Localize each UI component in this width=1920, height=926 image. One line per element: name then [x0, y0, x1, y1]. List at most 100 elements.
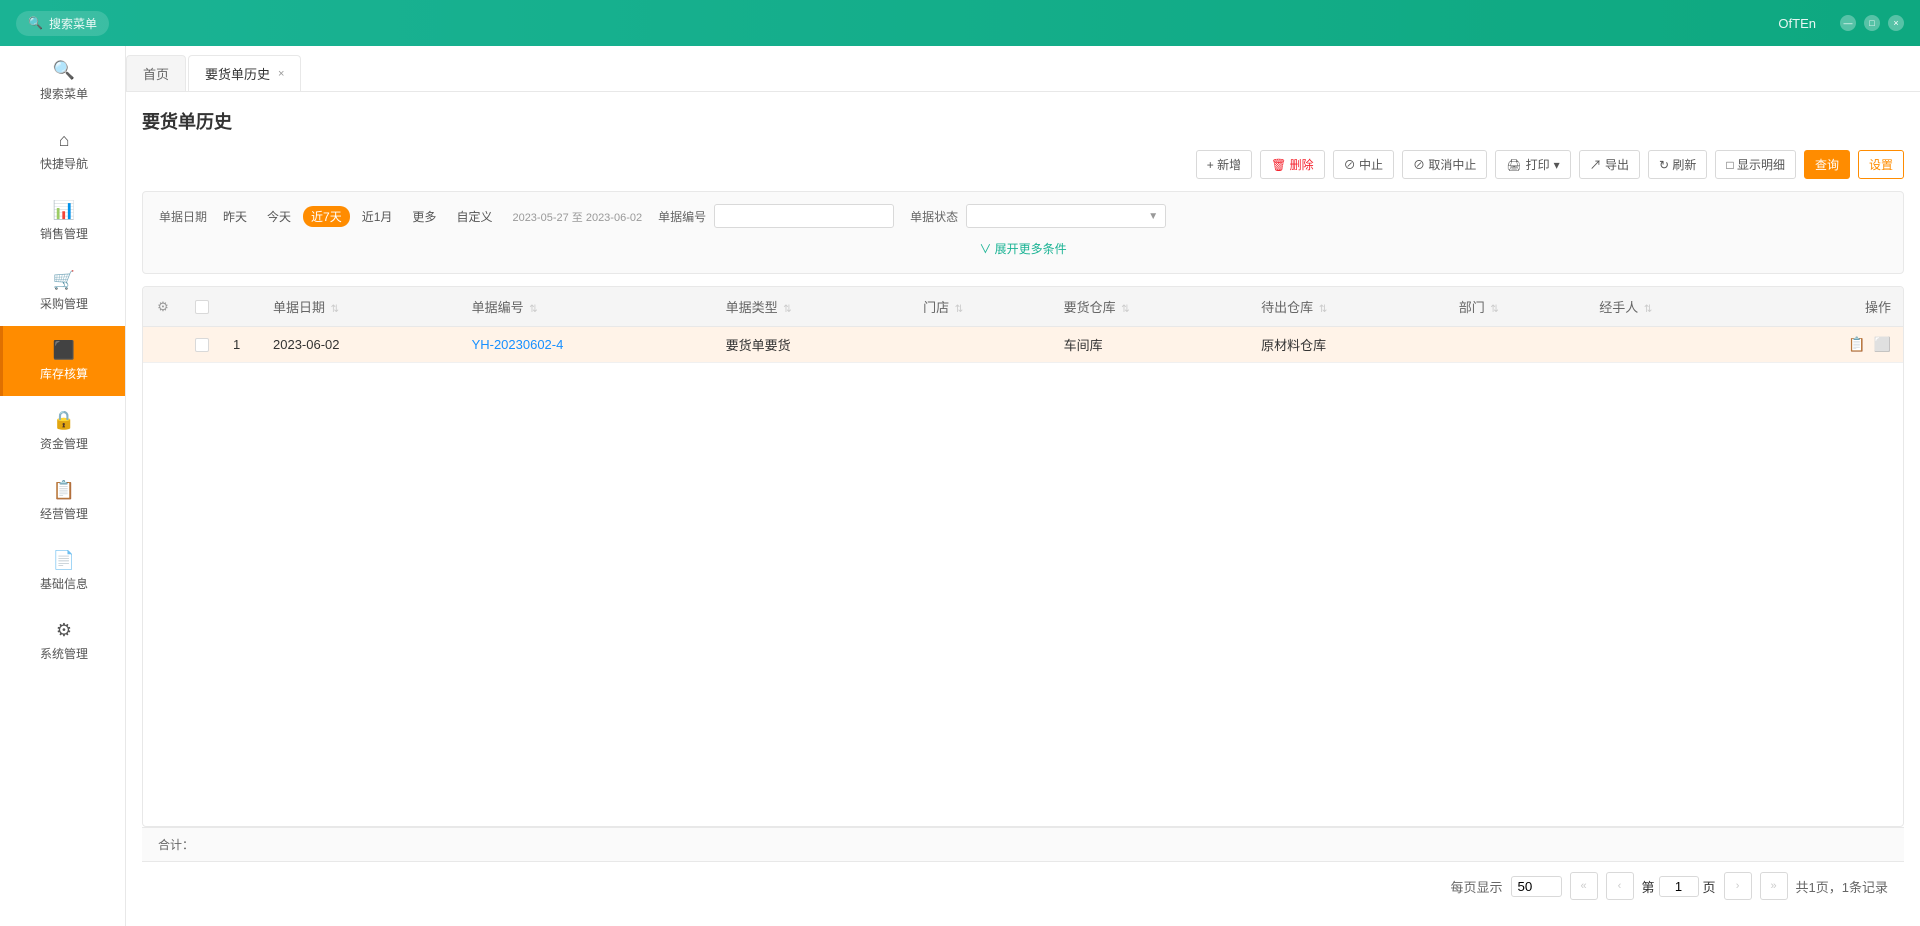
filter-row-2: ∨ 展开更多条件 — [159, 236, 1887, 261]
settings-button[interactable]: 设置 — [1858, 150, 1904, 179]
filter-date-label: 单据日期 — [159, 208, 207, 225]
sidebar-item-operation[interactable]: 📋 经营管理 — [0, 466, 125, 536]
select-all-checkbox[interactable] — [195, 300, 209, 314]
col-checkbox — [183, 287, 221, 327]
sales-icon: 📊 — [53, 200, 75, 221]
window-controls: — □ × — [1840, 15, 1904, 31]
page-input-suffix: 页 — [1703, 877, 1716, 896]
col-date[interactable]: 单据日期 ⇅ — [261, 287, 460, 327]
col-seq — [221, 287, 261, 327]
search-menu-icon: 🔍 — [53, 60, 75, 81]
export-button[interactable]: ↗ 导出 — [1579, 150, 1640, 179]
query-button[interactable]: 查询 — [1804, 150, 1850, 179]
maximize-button[interactable]: □ — [1864, 15, 1880, 31]
display-detail-button[interactable]: □ 显示明细 — [1715, 150, 1796, 179]
print-icon: 🖨 — [1506, 158, 1521, 172]
date-shortcut-more[interactable]: 更多 — [404, 206, 444, 227]
sidebar-item-purchase[interactable]: 🛒 采购管理 — [0, 256, 125, 326]
filter-date-shortcuts: 昨天 今天 近7天 近1月 更多 自定义 — [215, 206, 500, 227]
finance-icon: 🔒 — [53, 410, 75, 431]
col-type-label: 单据类型 — [726, 300, 778, 315]
row-type-cell: 要货单要货 — [714, 327, 912, 363]
row-settings-cell — [143, 327, 183, 363]
sidebar-item-inventory[interactable]: ⬛ 库存核算 — [0, 326, 125, 396]
col-pend-warehouse[interactable]: 待出仓库 ⇅ — [1249, 287, 1447, 327]
date-shortcut-7days[interactable]: 近7天 — [303, 206, 350, 227]
expand-more-button[interactable]: ∨ 展开更多条件 — [971, 236, 1074, 261]
row-no-cell: YH-20230602-4 — [460, 327, 714, 363]
col-settings[interactable]: ⚙ — [143, 287, 183, 327]
col-dept[interactable]: 部门 ⇅ — [1447, 287, 1587, 327]
page-input[interactable] — [1659, 876, 1699, 897]
date-shortcut-today[interactable]: 今天 — [259, 206, 299, 227]
inventory-icon: ⬛ — [53, 340, 75, 361]
row-edit-icon[interactable]: 📋 — [1848, 336, 1865, 353]
col-handler-label: 经手人 — [1599, 300, 1638, 315]
date-shortcut-custom[interactable]: 自定义 — [448, 206, 500, 227]
col-store[interactable]: 门店 ⇅ — [911, 287, 1051, 327]
app-container: 🔍 搜索菜单 OfTEn — □ × 🔍 搜索菜单 ⌂ 快捷导航 📊 — [0, 0, 1920, 926]
date-shortcut-yesterday[interactable]: 昨天 — [215, 206, 255, 227]
toolbar: + 新增 🗑 删除 ⊘ 中止 ⊘ 取消中止 🖨 打印 ▾ ↗ 导出 ↻ 刷新 □… — [142, 150, 1904, 179]
tab-history-close-icon[interactable]: × — [278, 68, 284, 80]
sidebar-item-sales[interactable]: 📊 销售管理 — [0, 186, 125, 256]
row-checkbox[interactable] — [195, 338, 209, 352]
table-head: ⚙ 单据日期 ⇅ — [143, 287, 1903, 327]
tab-home[interactable]: 首页 — [126, 55, 186, 91]
close-window-button[interactable]: × — [1888, 15, 1904, 31]
prev-page-button[interactable]: ‹ — [1606, 872, 1634, 900]
pagination: 每页显示 50 100 « ‹ 第 页 › » 共1页，1条记录 — [142, 861, 1904, 910]
col-handler[interactable]: 经手人 ⇅ — [1587, 287, 1756, 327]
next-page-button[interactable]: › — [1724, 872, 1752, 900]
page-input-wrapper: 第 页 — [1642, 876, 1716, 897]
filter-date-item: 单据日期 昨天 今天 近7天 近1月 更多 自定义 2023-05-27 至 2… — [159, 206, 642, 227]
first-page-button[interactable]: « — [1570, 872, 1598, 900]
new-button[interactable]: + 新增 — [1196, 150, 1252, 179]
row-pend-warehouse-cell: 原材料仓库 — [1249, 327, 1447, 363]
sidebar-item-system-label: 系统管理 — [40, 645, 88, 662]
top-bar: 🔍 搜索菜单 OfTEn — □ × — [0, 0, 1920, 46]
row-action-icons: 📋 ⬜ — [1768, 336, 1891, 353]
col-type[interactable]: 单据类型 ⇅ — [714, 287, 912, 327]
search-bar-text: 搜索菜单 — [49, 15, 97, 32]
last-page-button[interactable]: » — [1760, 872, 1788, 900]
sidebar-item-basic[interactable]: 📄 基础信息 — [0, 536, 125, 606]
filter-status-select[interactable] — [966, 204, 1166, 228]
page-total: 共1页，1条记录 — [1796, 877, 1888, 896]
content-area: 首页 要货单历史 × 要货单历史 + 新增 🗑 删除 ⊘ 中止 ⊘ 取消中止 — [126, 46, 1920, 926]
col-no[interactable]: 单据编号 ⇅ — [460, 287, 714, 327]
date-shortcut-1month[interactable]: 近1月 — [354, 206, 401, 227]
page-size-label: 每页显示 — [1450, 877, 1502, 896]
tab-bar: 首页 要货单历史 × — [126, 46, 1920, 92]
tab-history[interactable]: 要货单历史 × — [188, 55, 301, 91]
row-seq-cell: 1 — [221, 327, 261, 363]
col-req-warehouse[interactable]: 要货仓库 ⇅ — [1052, 287, 1250, 327]
filter-orderno-input[interactable] — [714, 204, 894, 228]
search-bar[interactable]: 🔍 搜索菜单 — [16, 11, 109, 36]
row-no-link[interactable]: YH-20230602-4 — [472, 337, 564, 352]
refresh-button[interactable]: ↻ 刷新 — [1648, 150, 1707, 179]
sidebar-item-quicknav[interactable]: ⌂ 快捷导航 — [0, 116, 125, 186]
table-row: 1 2023-06-02 YH-20230602-4 要货单要货 车间库 原材料… — [143, 327, 1903, 363]
delete-button[interactable]: 🗑 删除 — [1260, 150, 1325, 179]
col-req-warehouse-sort-icon: ⇅ — [1121, 304, 1129, 315]
top-bar-right: OfTEn — □ × — [1778, 15, 1904, 31]
sidebar-item-sales-label: 销售管理 — [40, 225, 88, 242]
page-size-select[interactable]: 50 100 — [1511, 876, 1562, 897]
sidebar-item-search[interactable]: 🔍 搜索菜单 — [0, 46, 125, 116]
print-button[interactable]: 🖨 打印 ▾ — [1495, 150, 1570, 179]
quicknav-icon: ⌂ — [59, 130, 70, 151]
filter-status-select-wrapper — [966, 204, 1166, 228]
cancel-stop-button[interactable]: ⊘ 取消中止 — [1402, 150, 1487, 179]
col-pend-warehouse-label: 待出仓库 — [1261, 300, 1313, 315]
filter-row-1: 单据日期 昨天 今天 近7天 近1月 更多 自定义 2023-05-27 至 2… — [159, 204, 1887, 228]
stop-button[interactable]: ⊘ 中止 — [1333, 150, 1394, 179]
operation-icon: 📋 — [53, 480, 75, 501]
minimize-button[interactable]: — — [1840, 15, 1856, 31]
sidebar-item-finance[interactable]: 🔒 资金管理 — [0, 396, 125, 466]
row-detail-icon[interactable]: ⬜ — [1874, 336, 1891, 353]
column-settings-icon[interactable]: ⚙ — [157, 299, 169, 314]
col-date-label: 单据日期 — [273, 300, 325, 315]
page-content: 要货单历史 + 新增 🗑 删除 ⊘ 中止 ⊘ 取消中止 🖨 打印 ▾ ↗ 导出 … — [126, 92, 1920, 926]
sidebar-item-system[interactable]: ⚙ 系统管理 — [0, 606, 125, 676]
